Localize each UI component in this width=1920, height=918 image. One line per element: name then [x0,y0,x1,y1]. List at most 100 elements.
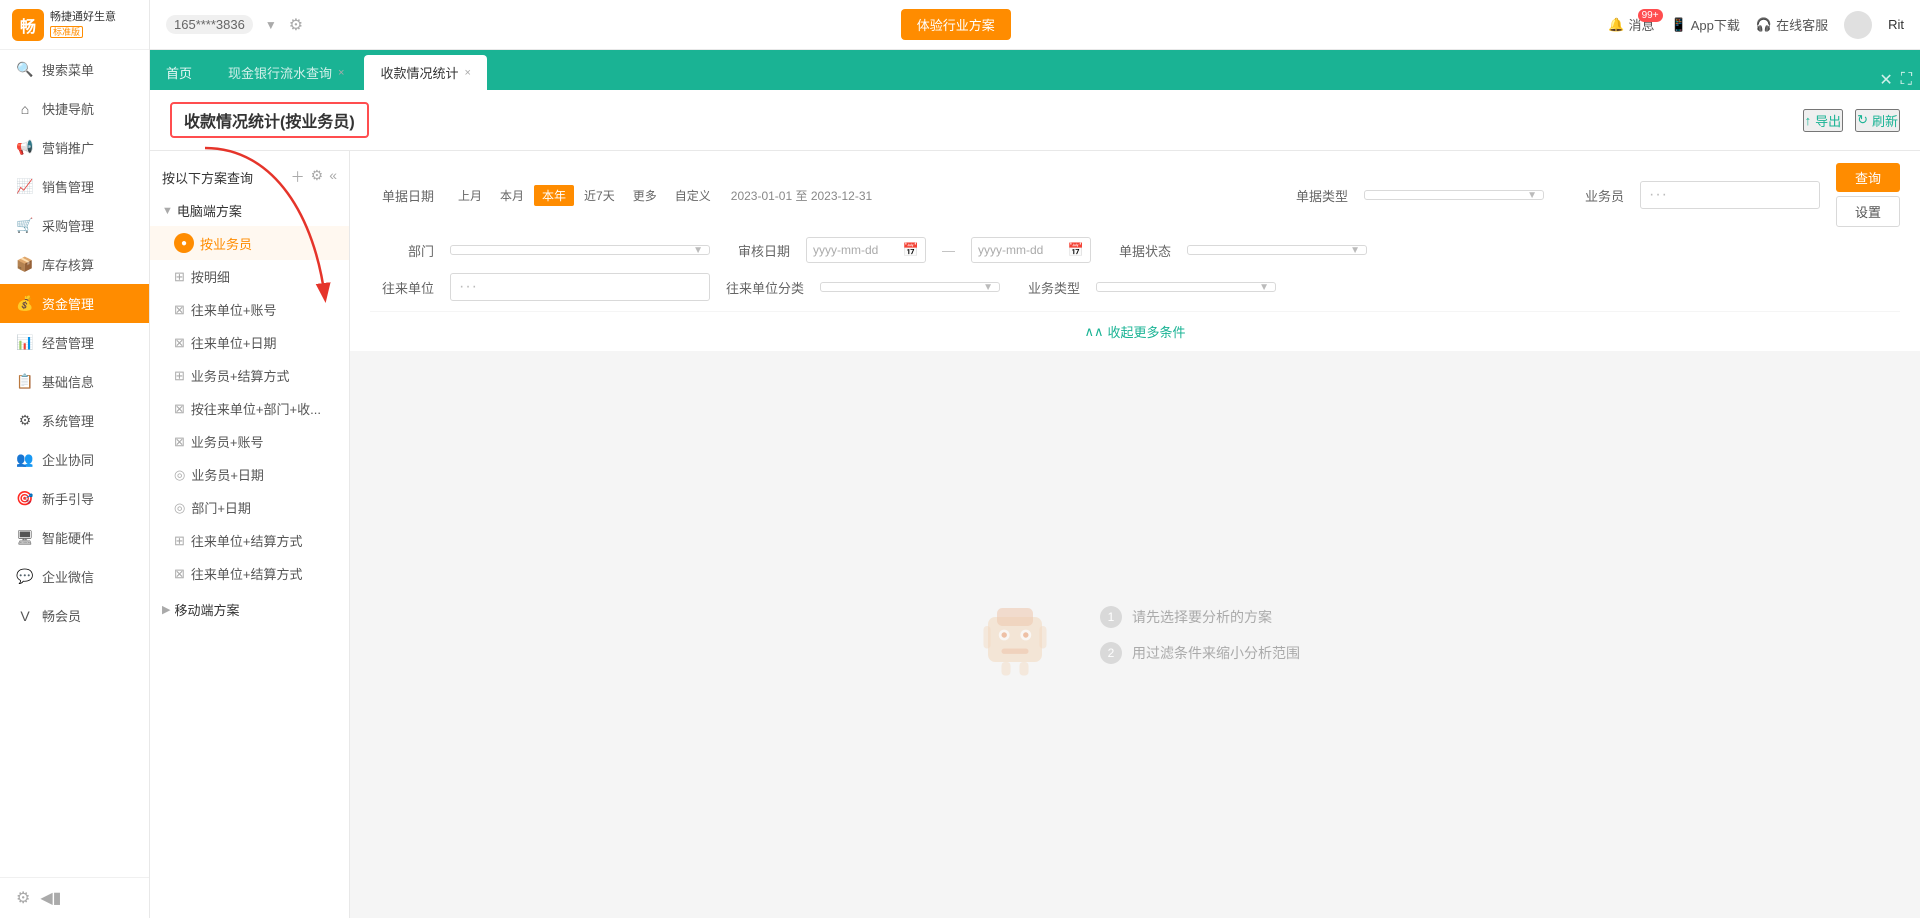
trial-button[interactable]: 体验行业方案 [901,9,1011,40]
date-filter-content: 上月 本月 本年 近7天 更多 自定义 2023-01-01 至 2023-12… [450,185,1268,206]
scheme-item-salesperson-account[interactable]: ⊠ 业务员+账号 [150,425,349,458]
scheme-item-salesperson-settlement[interactable]: ⊞ 业务员+结算方式 [150,359,349,392]
tab2-close-btn[interactable]: × [464,67,470,79]
panel-header-label: 按以下方案查询 [162,168,253,187]
date-this-month[interactable]: 本月 [492,185,532,206]
user-avatar[interactable] [1844,11,1872,39]
sidebar-item-system[interactable]: ⚙ 系统管理 [0,401,149,440]
close-window-icon[interactable]: ✕ [1879,70,1892,90]
unit-settlement1-icon: ⊞ [174,533,185,549]
date-this-year[interactable]: 本年 [534,185,574,206]
counterpart-more-icon[interactable]: ··· [459,278,478,296]
tab-collection-stats[interactable]: 收款情况统计 × [364,55,486,90]
voucher-status-select[interactable]: ▼ [1187,245,1367,255]
basic-info-icon: 📋 [16,373,34,391]
dropdown-arrow-icon[interactable]: ▼ [265,18,277,32]
marketing-icon: 📢 [16,139,34,157]
scheme-item-unit-account[interactable]: ⊠ 往来单位+账号 [150,293,349,326]
voucher-type-select[interactable]: ▼ [1364,190,1544,200]
sidebar-item-collab[interactable]: 👥 企业协同 [0,440,149,479]
scheme-item-unit-dept[interactable]: ⊠ 按往来单位+部门+收... [150,392,349,425]
scheme-item-unit-settlement1[interactable]: ⊞ 往来单位+结算方式 [150,524,349,557]
unit-settlement2-icon: ⊠ [174,566,185,582]
scheme-item-unit-date[interactable]: ⊠ 往来单位+日期 [150,326,349,359]
logo-icon: 畅 [12,9,44,41]
scheme-item-salesperson[interactable]: ● 按业务员 [150,226,349,260]
scheme-item-salesperson-date[interactable]: ◎ 业务员+日期 [150,458,349,491]
date-more[interactable]: 更多 [625,185,665,206]
sidebar-item-operations[interactable]: 📊 经营管理 [0,323,149,362]
mobile-group-title[interactable]: ▶ 移动端方案 [150,594,349,625]
sidebar-item-inventory[interactable]: 📦 库存核算 [0,245,149,284]
sidebar-item-member[interactable]: V 畅会员 [0,596,149,635]
voucher-status-arrow-icon: ▼ [1350,245,1360,256]
scheme-item-unit-settlement2[interactable]: ⊠ 往来单位+结算方式 [150,557,349,590]
home-icon: ⌂ [16,100,34,118]
page-header: 收款情况统计(按业务员) ↑ 导出 ↻ 刷新 [150,90,1920,151]
salesperson-date-icon: ◎ [174,467,185,483]
sidebar-item-guide[interactable]: 🎯 新手引导 [0,479,149,518]
date-range-display: 2023-01-01 至 2023-12-31 [731,187,872,204]
scheme-item-detail[interactable]: ⊞ 按明细 [150,260,349,293]
notification-area[interactable]: 🔔 消息 99+ [1608,15,1654,34]
sidebar-item-marketing[interactable]: 📢 营销推广 [0,128,149,167]
query-button[interactable]: 查询 [1836,163,1900,192]
expand-arrow-icon: ▼ [162,205,173,217]
main-area: 165****3836 ▼ ⚙ 体验行业方案 🔔 消息 99+ 📱 App下载 … [150,0,1920,918]
collapse-icon[interactable]: ◀▮ [40,888,61,908]
page-actions: ↑ 导出 ↻ 刷新 [1803,109,1900,132]
empty-inner: 1 请先选择要分析的方案 2 用过滤条件来缩小分析范围 [970,590,1300,680]
sidebar: 畅 畅捷通好生意 标准版 🔍 搜索菜单 ⌂ 快捷导航 📢 营销推广 📈 销售管理… [0,0,150,918]
sidebar-item-hardware[interactable]: 🖥 智能硬件 [0,518,149,557]
purchase-icon: 🛒 [16,217,34,235]
hint1-text: 请先选择要分析的方案 [1132,607,1272,627]
dept-select[interactable]: ▼ [450,245,710,255]
user-name: Rit [1888,17,1904,32]
tab-home[interactable]: 首页 [150,55,208,90]
counterpart-cat-select[interactable]: ▼ [820,282,1000,292]
hardware-icon: 🖥 [16,529,34,547]
collapse-panel-icon[interactable]: « [329,167,337,187]
refresh-button[interactable]: ↻ 刷新 [1855,109,1900,132]
date-last-month[interactable]: 上月 [450,185,490,206]
online-service-btn[interactable]: 🎧 在线客服 [1756,15,1828,34]
voucher-type-arrow-icon: ▼ [1527,190,1537,201]
maximize-window-icon[interactable]: ⛶ [1901,71,1912,89]
review-date-to-input[interactable]: yyyy-mm-dd 📅 [971,237,1091,263]
sidebar-item-basic-info[interactable]: 📋 基础信息 [0,362,149,401]
hint2-text: 用过滤条件来缩小分析范围 [1132,643,1300,663]
app-download-btn[interactable]: 📱 App下载 [1671,15,1740,34]
date-7days[interactable]: 近7天 [576,185,623,206]
collapse-up-icon: ∧∧ [1084,324,1103,340]
topbar-left: 165****3836 ▼ ⚙ [166,15,303,35]
settings-icon[interactable]: ⚙ [16,888,30,908]
sidebar-item-wechat[interactable]: 💬 企业微信 [0,557,149,596]
sidebar-item-purchase[interactable]: 🛒 采购管理 [0,206,149,245]
sidebar-item-search[interactable]: 🔍 搜索菜单 [0,50,149,89]
salesperson-select[interactable]: ··· [1640,181,1820,209]
add-scheme-icon[interactable]: ＋ [291,167,305,187]
mobile-expand-icon: ▶ [162,603,170,616]
export-button[interactable]: ↑ 导出 [1803,109,1844,132]
biz-type-select[interactable]: ▼ [1096,282,1276,292]
counterpart-cat-arrow-icon: ▼ [983,282,993,293]
sidebar-item-finance[interactable]: 💰 资金管理 [0,284,149,323]
review-date-from-input[interactable]: yyyy-mm-dd 📅 [806,237,926,263]
settings-button[interactable]: 设置 [1836,196,1900,227]
scheme-item-dept-date[interactable]: ◎ 部门+日期 [150,491,349,524]
sidebar-item-sales[interactable]: 📈 销售管理 [0,167,149,206]
wechat-icon: 💬 [16,568,34,586]
date-custom[interactable]: 自定义 [667,185,719,206]
system-icon: ⚙ [16,412,34,430]
counterpart-select[interactable]: ··· [450,273,710,301]
desktop-group-title[interactable]: ▼ 电脑端方案 [150,195,349,226]
panel-header: 按以下方案查询 ＋ ⚙ « [150,159,349,195]
salesperson-account-icon: ⊠ [174,434,185,450]
tab-cash-flow[interactable]: 现金银行流水查询 × [212,55,360,90]
settings-scheme-icon[interactable]: ⚙ [311,167,324,187]
tab1-close-btn[interactable]: × [338,67,344,79]
sidebar-item-nav[interactable]: ⌂ 快捷导航 [0,89,149,128]
topbar-gear-icon[interactable]: ⚙ [289,15,303,35]
collapse-btn[interactable]: ∧∧ 收起更多条件 [1084,322,1185,341]
salesperson-more-icon[interactable]: ··· [1649,186,1668,204]
